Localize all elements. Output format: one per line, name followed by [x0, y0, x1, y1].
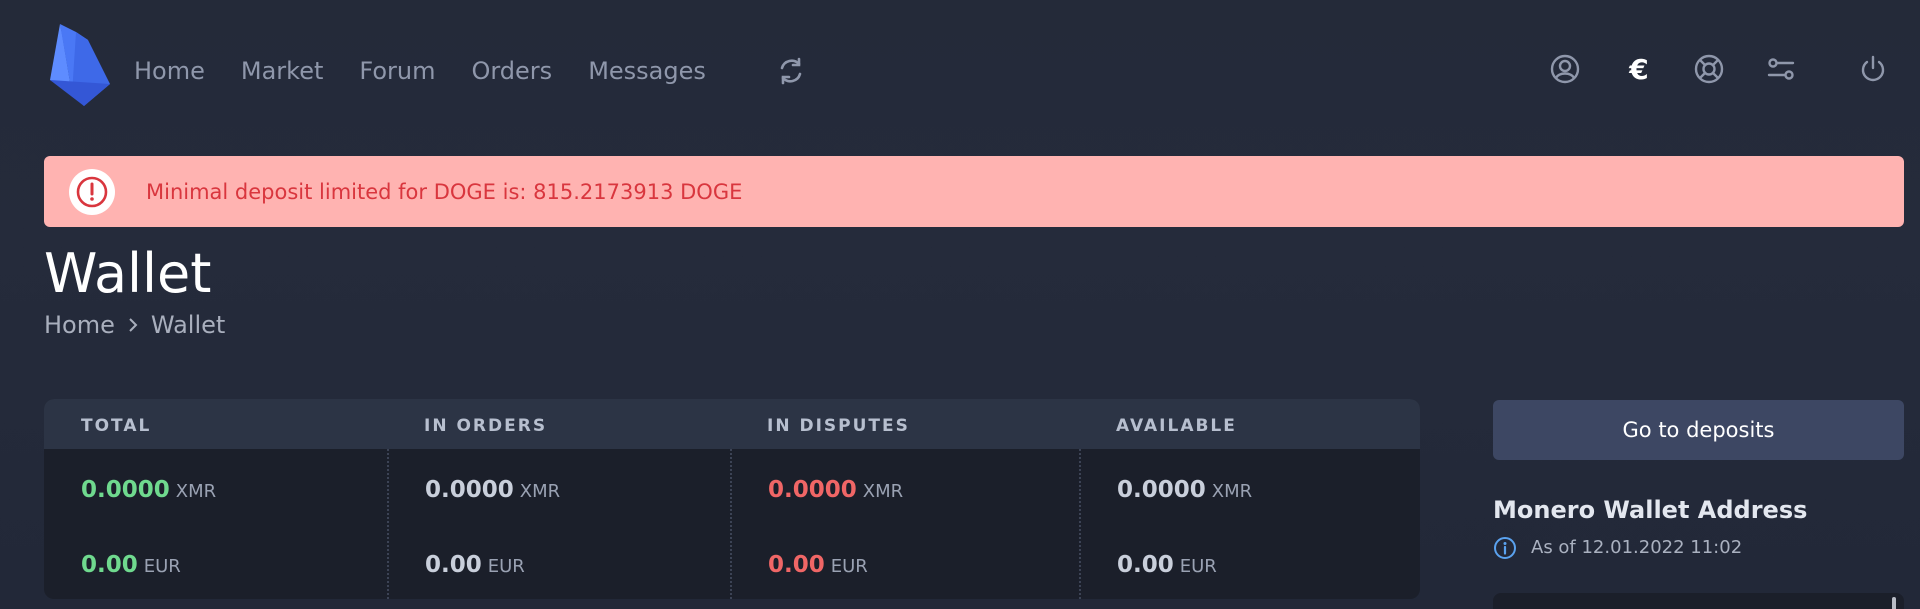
- breadcrumb-wallet: Wallet: [150, 311, 226, 339]
- in-disputes-xmr-value: 0.0000: [768, 477, 857, 503]
- scrollbar-handle[interactable]: [1892, 597, 1896, 609]
- available-eur-value: 0.00: [1117, 552, 1174, 578]
- available-xmr-unit: XMR: [1211, 481, 1253, 502]
- euro-currency-icon[interactable]: €: [1623, 52, 1655, 86]
- info-icon[interactable]: [1493, 536, 1517, 560]
- header-in-disputes: IN DISPUTES: [767, 416, 910, 436]
- column-divider: [730, 449, 732, 599]
- in-orders-eur-unit: EUR: [487, 556, 525, 577]
- available-eur: 0.00 EUR: [1117, 551, 1217, 581]
- top-navbar: Home Market Forum Orders Messages €: [0, 0, 1920, 142]
- nav-orders[interactable]: Orders: [471, 56, 552, 86]
- user-circle-icon[interactable]: [1549, 52, 1581, 86]
- site-logo[interactable]: [48, 24, 112, 106]
- in-orders-xmr: 0.0000 XMR: [425, 476, 560, 506]
- header-available: AVAILABLE: [1116, 416, 1237, 436]
- deposit-alert: Minimal deposit limited for DOGE is: 815…: [44, 156, 1904, 227]
- in-disputes-eur: 0.00 EUR: [768, 551, 868, 581]
- settings-sliders-icon[interactable]: [1765, 52, 1797, 86]
- nav-home[interactable]: Home: [134, 56, 205, 86]
- as-of-timestamp: As of 12.01.2022 11:02: [1493, 536, 1742, 560]
- wallet-address-box: [1493, 593, 1904, 609]
- total-eur: 0.00 EUR: [81, 551, 181, 581]
- flame-logo-icon: [50, 24, 110, 106]
- as-of-text: As of 12.01.2022 11:02: [1531, 537, 1743, 558]
- balance-table: TOTAL IN ORDERS IN DISPUTES AVAILABLE 0.…: [44, 399, 1420, 599]
- nav-market[interactable]: Market: [241, 56, 324, 86]
- balance-table-header: TOTAL IN ORDERS IN DISPUTES AVAILABLE: [44, 399, 1420, 449]
- page-title: Wallet: [44, 242, 212, 305]
- header-total: TOTAL: [81, 416, 152, 436]
- header-in-orders: IN ORDERS: [424, 416, 548, 436]
- total-xmr-value: 0.0000: [81, 477, 170, 503]
- available-xmr-value: 0.0000: [1117, 477, 1206, 503]
- breadcrumb-home[interactable]: Home: [44, 310, 115, 340]
- total-xmr: 0.0000 XMR: [81, 476, 216, 506]
- in-disputes-eur-value: 0.00: [768, 552, 825, 578]
- in-orders-xmr-unit: XMR: [519, 481, 561, 502]
- main-navigation: Home Market Forum Orders Messages: [134, 56, 742, 86]
- breadcrumb: Home Wallet: [44, 310, 225, 340]
- total-eur-value: 0.00: [81, 552, 138, 578]
- in-orders-eur: 0.00 EUR: [425, 551, 525, 581]
- in-disputes-xmr-unit: XMR: [862, 481, 904, 502]
- chevron-right-icon: [129, 318, 138, 332]
- in-disputes-xmr: 0.0000 XMR: [768, 476, 903, 506]
- total-xmr-unit: XMR: [175, 481, 217, 502]
- monero-wallet-heading: Monero Wallet Address: [1493, 496, 1808, 524]
- in-orders-eur-value: 0.00: [425, 552, 482, 578]
- column-divider: [387, 449, 389, 599]
- nav-messages[interactable]: Messages: [588, 56, 706, 86]
- in-orders-xmr-value: 0.0000: [425, 477, 514, 503]
- lifebuoy-icon[interactable]: [1693, 52, 1725, 86]
- go-to-deposits-button[interactable]: Go to deposits: [1493, 400, 1904, 460]
- alert-message: Minimal deposit limited for DOGE is: 815…: [146, 180, 743, 204]
- column-divider: [1079, 449, 1081, 599]
- nav-forum[interactable]: Forum: [359, 56, 435, 86]
- euro-currency-label: €: [1629, 52, 1649, 86]
- exclamation-circle-icon: [68, 168, 116, 216]
- power-icon[interactable]: [1857, 52, 1889, 86]
- refresh-icon[interactable]: [776, 56, 806, 86]
- available-xmr: 0.0000 XMR: [1117, 476, 1252, 506]
- available-eur-unit: EUR: [1179, 556, 1217, 577]
- in-disputes-eur-unit: EUR: [830, 556, 868, 577]
- total-eur-unit: EUR: [143, 556, 181, 577]
